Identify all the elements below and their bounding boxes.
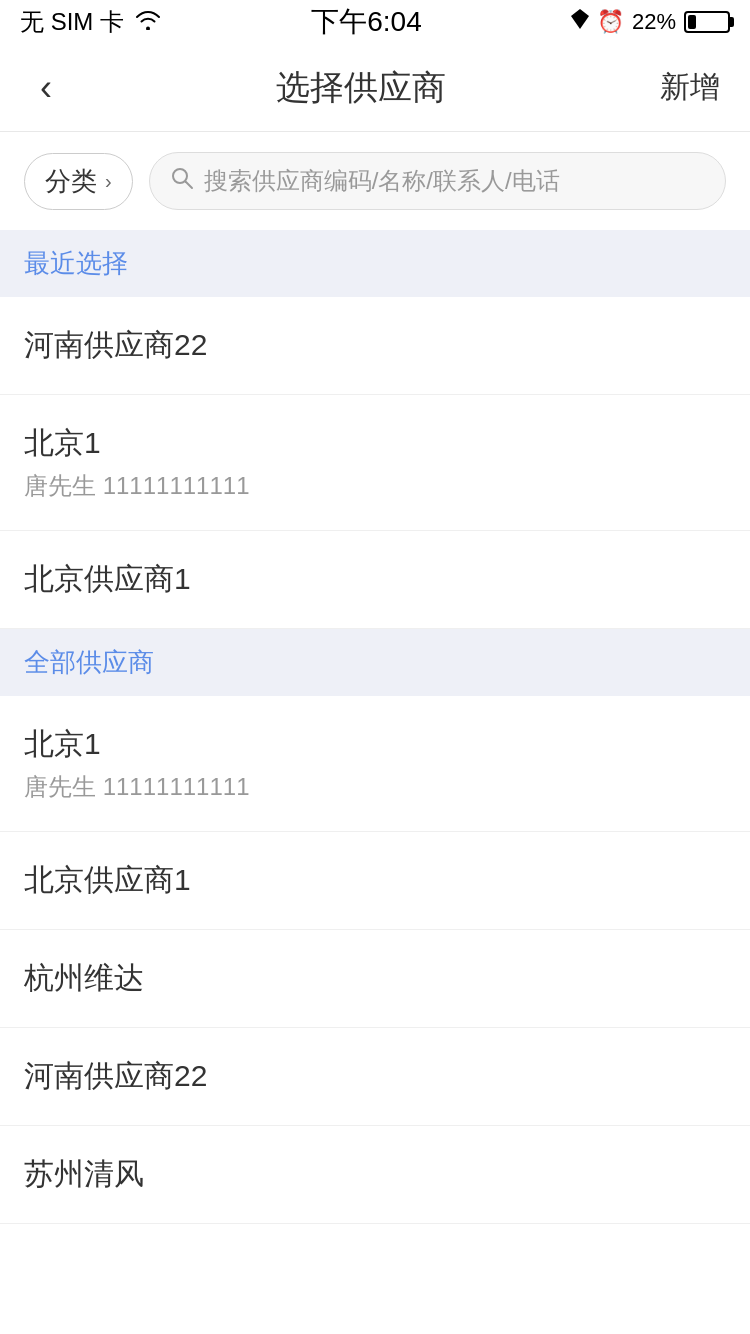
list-item[interactable]: 杭州维达 — [0, 930, 750, 1028]
supplier-contact: 唐先生 11111111111 — [24, 470, 726, 502]
supplier-name: 苏州清风 — [24, 1154, 726, 1195]
battery-percent: 22% — [632, 9, 676, 35]
search-box[interactable]: 搜索供应商编码/名称/联系人/电话 — [149, 152, 726, 210]
alarm-icon: ⏰ — [597, 9, 624, 35]
list-item[interactable]: 北京供应商1 — [0, 832, 750, 930]
list-item[interactable]: 苏州清风 — [0, 1126, 750, 1224]
carrier-label: 无 SIM 卡 — [20, 6, 124, 38]
all-section-label: 全部供应商 — [24, 647, 154, 677]
filter-row: 分类 › 搜索供应商编码/名称/联系人/电话 — [0, 132, 750, 230]
status-left: 无 SIM 卡 — [20, 6, 162, 38]
list-item[interactable]: 北京1 唐先生 11111111111 — [0, 395, 750, 531]
battery-fill — [688, 15, 696, 29]
status-right: ⏰ 22% — [571, 9, 730, 35]
list-item[interactable]: 北京供应商1 — [0, 531, 750, 629]
list-item[interactable]: 河南供应商22 — [0, 1028, 750, 1126]
add-button[interactable]: 新增 — [660, 67, 720, 108]
category-button[interactable]: 分类 › — [24, 153, 133, 210]
status-bar: 无 SIM 卡 下午6:04 ⏰ 22% — [0, 0, 750, 44]
all-items-list: 北京1 唐先生 11111111111 北京供应商1 杭州维达 河南供应商22 … — [0, 696, 750, 1224]
page-title: 选择供应商 — [276, 65, 446, 111]
supplier-name: 杭州维达 — [24, 958, 726, 999]
supplier-name: 北京1 — [24, 724, 726, 765]
search-placeholder: 搜索供应商编码/名称/联系人/电话 — [204, 165, 560, 197]
supplier-name: 河南供应商22 — [24, 325, 726, 366]
recent-items-list: 河南供应商22 北京1 唐先生 11111111111 北京供应商1 — [0, 297, 750, 629]
location-icon — [571, 9, 589, 35]
category-label: 分类 — [45, 164, 97, 199]
battery-icon — [684, 11, 730, 33]
supplier-name: 北京供应商1 — [24, 860, 726, 901]
chevron-right-icon: › — [105, 170, 112, 193]
recent-section-header: 最近选择 — [0, 230, 750, 297]
supplier-name: 河南供应商22 — [24, 1056, 726, 1097]
nav-bar: ‹ 选择供应商 新增 — [0, 44, 750, 132]
list-item[interactable]: 河南供应商22 — [0, 297, 750, 395]
all-section-header: 全部供应商 — [0, 629, 750, 696]
list-item[interactable]: 北京1 唐先生 11111111111 — [0, 696, 750, 832]
status-time: 下午6:04 — [311, 3, 422, 41]
supplier-name: 北京1 — [24, 423, 726, 464]
back-button[interactable]: ‹ — [30, 57, 62, 119]
supplier-contact: 唐先生 11111111111 — [24, 771, 726, 803]
wifi-icon — [134, 8, 162, 36]
supplier-name: 北京供应商1 — [24, 559, 726, 600]
svg-line-1 — [185, 182, 192, 189]
search-icon — [170, 166, 194, 196]
recent-section-label: 最近选择 — [24, 248, 128, 278]
